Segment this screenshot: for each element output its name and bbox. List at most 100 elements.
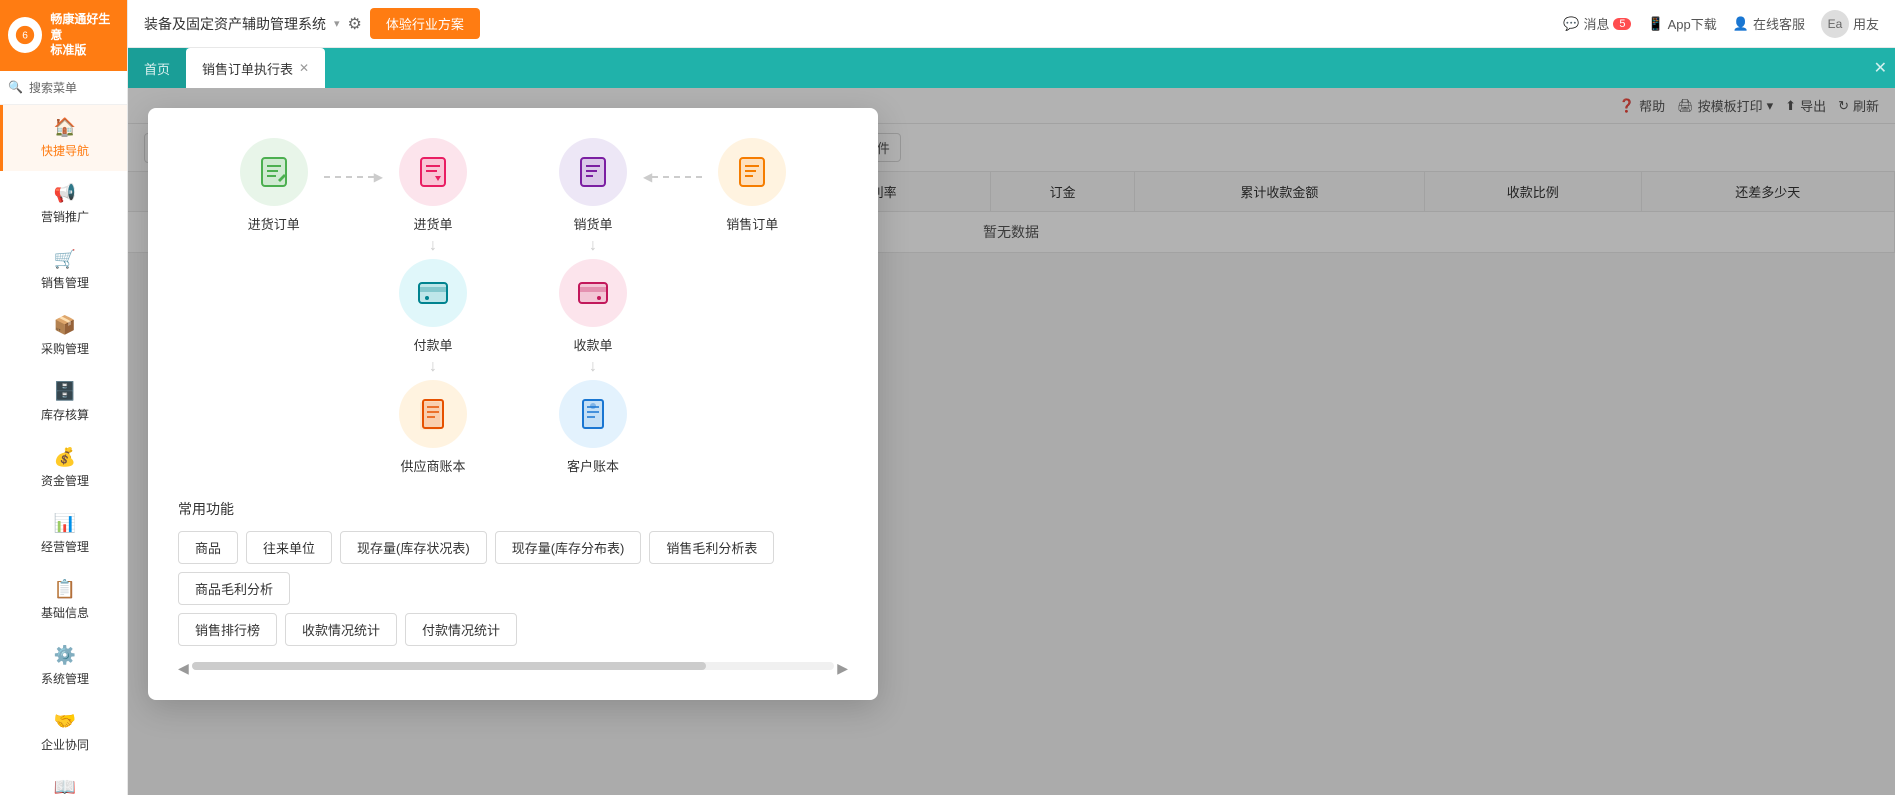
tab-sales-order-label: 销售订单执行表 <box>202 59 293 78</box>
search-label: 搜索菜单 <box>29 79 77 96</box>
sidebar-item-label: 资金管理 <box>41 472 89 489</box>
flow-item-customer-account[interactable]: 客户账本 <box>543 380 643 475</box>
sidebar-item-label: 快捷导航 <box>41 142 89 159</box>
flow-item-supplier-account[interactable]: 供应商账本 <box>383 380 483 475</box>
sidebar-item-enterprise[interactable]: 🤝 企业协同 <box>0 699 127 765</box>
modal-scrollbar[interactable] <box>192 662 834 670</box>
sidebar-item-sales[interactable]: 🛒 销售管理 <box>0 237 127 303</box>
message-icon: 💬 <box>1563 16 1579 32</box>
purchase-order-label: 进货订单 <box>248 214 300 233</box>
system-icon: ⚙️ <box>54 645 76 666</box>
flow-item-purchase-order[interactable]: 进货订单 <box>224 138 324 233</box>
sidebar-item-base-info[interactable]: 📋 基础信息 <box>0 567 127 633</box>
service-icon: 👤 <box>1733 16 1749 32</box>
flow-item-purchase-bill[interactable]: 进货单 <box>383 138 483 233</box>
sidebar-item-guide[interactable]: 📖 新手引导 <box>0 765 127 795</box>
scroll-left-btn[interactable]: ◀ <box>178 660 189 677</box>
message-label: 消息 <box>1583 14 1609 33</box>
func-btn-partner[interactable]: 往来单位 <box>246 531 332 564</box>
sales-icon: 🛒 <box>54 249 76 270</box>
sidebar-item-label: 销售管理 <box>41 274 89 291</box>
online-service-btn[interactable]: 👤 在线客服 <box>1733 14 1805 33</box>
top-header: 装备及固定资产辅助管理系统 ▾ ⚙ 体验行业方案 💬 消息 5 📱 App下载 … <box>128 0 1895 48</box>
inventory-icon: 🗄️ <box>54 381 76 402</box>
sidebar-item-purchase[interactable]: 📦 采购管理 <box>0 303 127 369</box>
logo-text: 畅康通好生意 标准版 <box>50 12 119 59</box>
content-area: ❓ 帮助 🖨 按模板打印 ▾ ⬆ 导出 ↻ 刷新 <box>128 88 1895 795</box>
sidebar-item-system[interactable]: ⚙️ 系统管理 <box>0 633 127 699</box>
customer-account-circle <box>559 380 627 448</box>
enterprise-icon: 🤝 <box>54 711 76 732</box>
flow-item-sales-bill[interactable]: 销货单 <box>543 138 643 233</box>
sales-bill-label: 销货单 <box>573 214 612 233</box>
tab-bar: 首页 销售订单执行表 ✕ ✕ <box>128 48 1895 88</box>
sidebar-item-marketing[interactable]: 📢 营销推广 <box>0 171 127 237</box>
settings-icon[interactable]: ⚙ <box>348 14 362 34</box>
sidebar-nav: 🏠 快捷导航 📢 营销推广 🛒 销售管理 📦 采购管理 🗄️ 库存核算 💰 <box>0 105 127 795</box>
func-btn-product-gross[interactable]: 商品毛利分析 <box>178 572 290 605</box>
sidebar-item-label: 采购管理 <box>41 340 89 357</box>
tab-close-icon[interactable]: ✕ <box>299 61 309 75</box>
func-buttons: 商品 往来单位 现存量(库存状况表) 现存量(库存分布表) 销售毛利分析表 商品… <box>178 531 848 605</box>
payment-label: 付款单 <box>413 335 452 354</box>
modal-scrollbar-thumb[interactable] <box>192 662 706 670</box>
sales-order-label: 销售订单 <box>726 214 778 233</box>
sidebar-item-label: 营销推广 <box>41 208 89 225</box>
svg-text:6: 6 <box>22 31 28 42</box>
flow-item-sales-order[interactable]: 销售订单 <box>702 138 802 233</box>
purchase-icon: 📦 <box>54 315 76 336</box>
receipt-label: 收款单 <box>573 335 612 354</box>
purchase-bill-label: 进货单 <box>413 214 452 233</box>
func-btn-sales-rank[interactable]: 销售排行榜 <box>178 613 277 646</box>
func-btn-stock-dist[interactable]: 现存量(库存分布表) <box>495 531 642 564</box>
home-icon: 🏠 <box>54 117 76 138</box>
func-buttons-row2: 销售排行榜 收款情况统计 付款情况统计 <box>178 613 848 646</box>
sidebar-item-label: 企业协同 <box>41 736 89 753</box>
dropdown-arrow-icon[interactable]: ▾ <box>334 17 340 30</box>
func-btn-stock-status[interactable]: 现存量(库存状况表) <box>340 531 487 564</box>
download-icon: 📱 <box>1647 16 1663 32</box>
operation-icon: 📊 <box>54 513 76 534</box>
header-left: 装备及固定资产辅助管理系统 ▾ ⚙ 体验行业方案 <box>144 8 480 39</box>
sidebar-item-label: 基础信息 <box>41 604 89 621</box>
tab-sales-order[interactable]: 销售订单执行表 ✕ <box>186 48 325 88</box>
try-btn[interactable]: 体验行业方案 <box>370 8 480 39</box>
sidebar-item-operation[interactable]: 📊 经营管理 <box>0 501 127 567</box>
modal-box: 进货订单 ▶ <box>148 108 878 700</box>
online-service-label: 在线客服 <box>1753 14 1805 33</box>
customer-account-label: 客户账本 <box>567 456 619 475</box>
sidebar: 6 畅康通好生意 标准版 🔍 搜索菜单 🏠 快捷导航 📢 营销推广 🛒 销售管理 <box>0 0 128 795</box>
base-info-icon: 📋 <box>54 579 76 600</box>
sales-order-circle <box>718 138 786 206</box>
flow-item-receipt[interactable]: 收款单 <box>543 259 643 354</box>
app-download-label: App下载 <box>1668 14 1717 33</box>
tab-home[interactable]: 首页 <box>128 48 186 88</box>
purchase-order-circle <box>240 138 308 206</box>
sidebar-search[interactable]: 🔍 搜索菜单 <box>0 71 127 105</box>
func-btn-product[interactable]: 商品 <box>178 531 238 564</box>
finance-icon: 💰 <box>54 447 76 468</box>
user-avatar: Ea <box>1821 10 1849 38</box>
scroll-right-btn[interactable]: ▶ <box>837 660 848 677</box>
user-menu[interactable]: Ea 用友 <box>1821 10 1879 38</box>
message-btn[interactable]: 💬 消息 5 <box>1563 14 1631 33</box>
sales-bill-circle <box>559 138 627 206</box>
tab-end-close-btn[interactable]: ✕ <box>1874 58 1887 78</box>
header-actions: 💬 消息 5 📱 App下载 👤 在线客服 Ea 用友 <box>1563 10 1879 38</box>
sidebar-item-finance[interactable]: 💰 资金管理 <box>0 435 127 501</box>
func-btn-sales-gross[interactable]: 销售毛利分析表 <box>649 531 774 564</box>
app-download-btn[interactable]: 📱 App下载 <box>1647 14 1716 33</box>
flow-item-payment[interactable]: 付款单 <box>383 259 483 354</box>
func-btn-payment-stats[interactable]: 付款情况统计 <box>405 613 517 646</box>
func-btn-receipt-stats[interactable]: 收款情况统计 <box>285 613 397 646</box>
sidebar-item-inventory[interactable]: 🗄️ 库存核算 <box>0 369 127 435</box>
modal-scrollbar-container: ◀ ▶ <box>178 662 848 670</box>
supplier-account-label: 供应商账本 <box>400 456 465 475</box>
common-func: 常用功能 商品 往来单位 现存量(库存状况表) 现存量(库存分布表) 销售毛利分… <box>178 499 848 646</box>
common-func-title: 常用功能 <box>178 499 848 519</box>
system-title: 装备及固定资产辅助管理系统 <box>144 14 326 34</box>
purchase-bill-circle <box>399 138 467 206</box>
sidebar-item-label: 经营管理 <box>41 538 89 555</box>
sidebar-item-label: 库存核算 <box>41 406 89 423</box>
sidebar-item-quick-nav[interactable]: 🏠 快捷导航 <box>0 105 127 171</box>
